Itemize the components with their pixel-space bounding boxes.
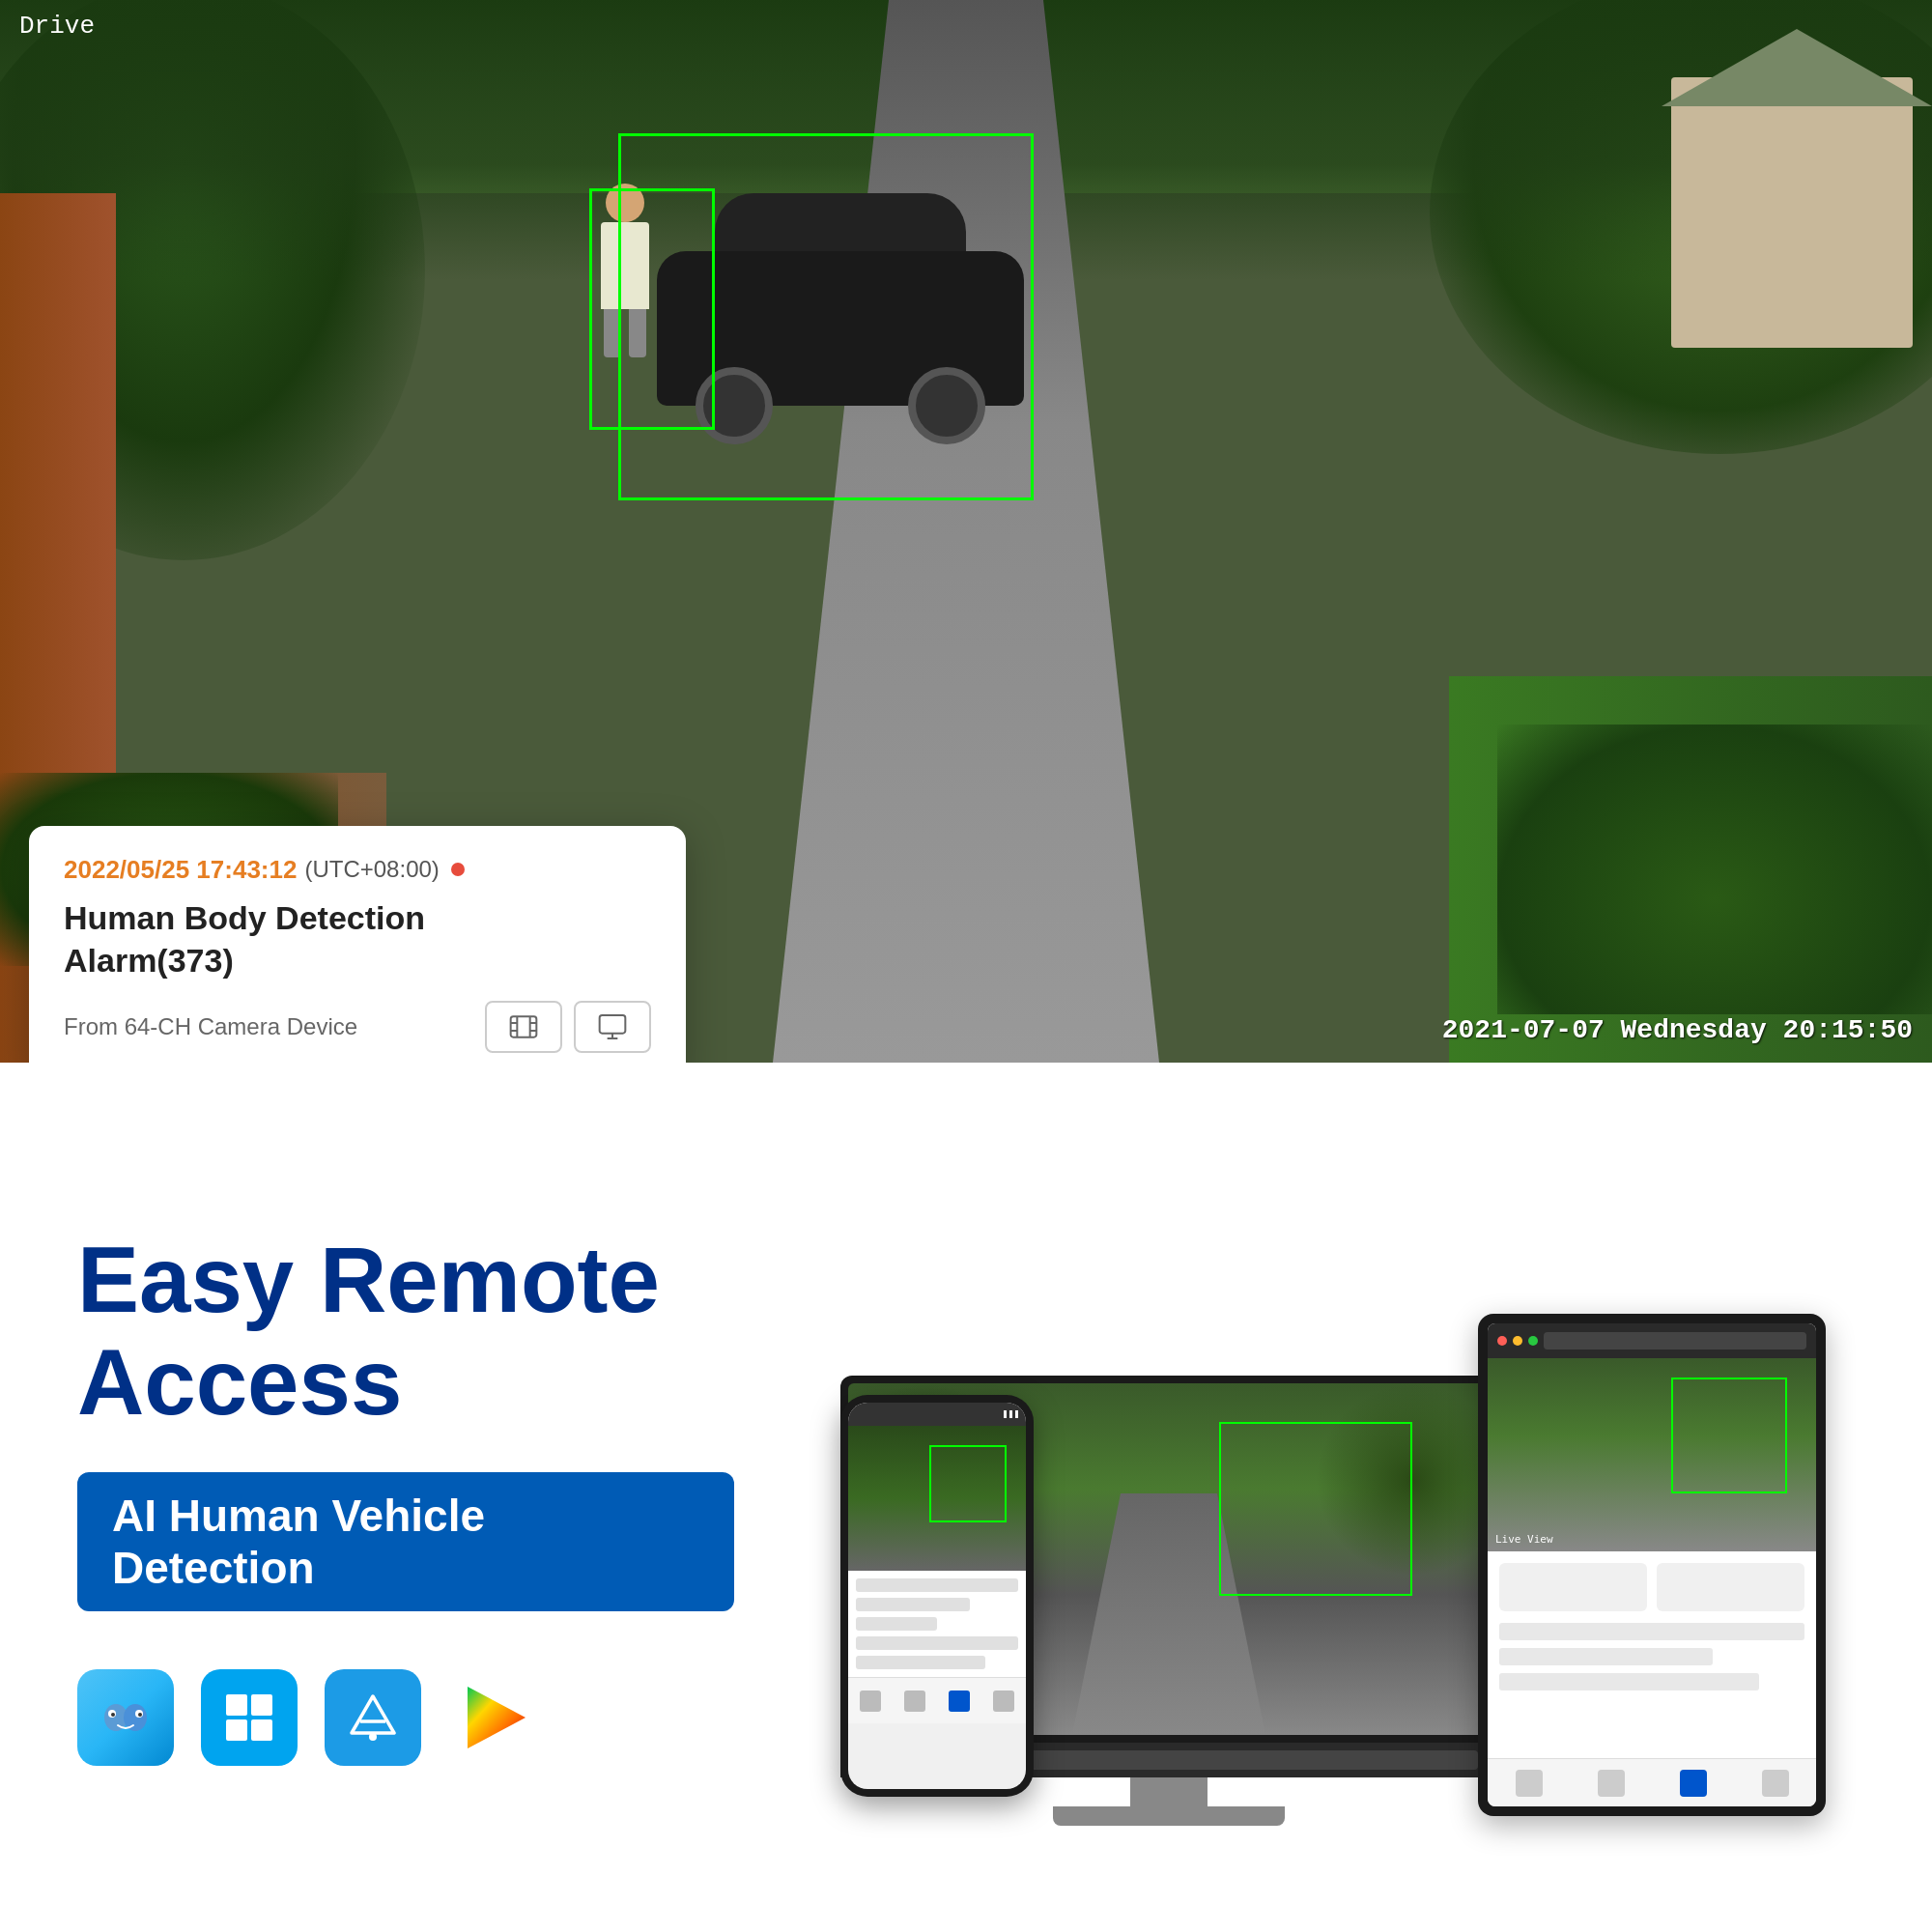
left-content: Easy Remote Access AI Human Vehicle Dete… [77, 1229, 734, 1765]
appstore-platform-icon[interactable] [325, 1669, 421, 1766]
svg-rect-0 [511, 1016, 537, 1037]
camera-section: Drive 2021-07-07 Wednesday 20:15:50 2022… [0, 0, 1932, 1063]
windows-icon [222, 1690, 276, 1745]
alarm-time-row: 2022/05/25 17:43:12 (UTC+08:00) [64, 855, 651, 885]
phone-device [840, 1395, 1034, 1797]
monitor-neck [1130, 1777, 1208, 1806]
bottom-section: Easy Remote Access AI Human Vehicle Dete… [0, 1063, 1932, 1932]
phone-screen [848, 1403, 1026, 1789]
svg-rect-7 [600, 1015, 626, 1034]
googleplay-platform-icon[interactable] [448, 1669, 545, 1766]
alarm-footer: From 64-CH Camera Device [64, 1001, 651, 1053]
monitor-icon [597, 1011, 628, 1042]
svg-rect-20 [251, 1719, 272, 1741]
vegetation-right-low [1497, 724, 1932, 1014]
camera-timestamp: 2021-07-07 Wednesday 20:15:50 [1442, 1015, 1913, 1045]
mac-platform-icon[interactable] [77, 1669, 174, 1766]
main-title: Easy Remote Access [77, 1229, 734, 1433]
monitor-base [1053, 1806, 1285, 1826]
subtitle-badge: AI Human Vehicle Detection [77, 1472, 734, 1611]
house-right [1671, 77, 1913, 348]
alarm-time-value: 2022/05/25 17:43:12 [64, 855, 297, 885]
svg-point-16 [138, 1713, 142, 1717]
detection-box-vehicle [618, 133, 1034, 500]
svg-marker-23 [468, 1687, 526, 1748]
appstore-icon [346, 1690, 400, 1745]
tablet-device: Live View [1478, 1314, 1826, 1816]
alarm-indicator-dot [451, 863, 465, 876]
alarm-time-utc: (UTC+08:00) [304, 856, 439, 883]
alarm-card: 2022/05/25 17:43:12 (UTC+08:00) Human Bo… [29, 826, 686, 1063]
svg-rect-17 [226, 1694, 247, 1716]
view-live-button[interactable] [574, 1001, 651, 1053]
alarm-source: From 64-CH Camera Device [64, 1013, 357, 1040]
finder-icon [97, 1689, 155, 1747]
windows-platform-icon[interactable] [201, 1669, 298, 1766]
view-video-button[interactable] [485, 1001, 562, 1053]
svg-point-15 [111, 1713, 115, 1717]
right-content: 2021-07-07 We... [792, 1121, 1855, 1874]
svg-point-12 [124, 1704, 147, 1731]
film-icon [508, 1011, 539, 1042]
svg-rect-18 [251, 1694, 272, 1716]
googleplay-icon [458, 1679, 535, 1756]
svg-point-22 [369, 1733, 377, 1741]
alarm-buttons [485, 1001, 651, 1053]
mini-detection-box [1219, 1422, 1412, 1596]
svg-rect-19 [226, 1719, 247, 1741]
drive-label: Drive [19, 12, 95, 41]
alarm-title: Human Body Detection Alarm(373) [64, 896, 651, 981]
platform-icons [77, 1669, 734, 1766]
